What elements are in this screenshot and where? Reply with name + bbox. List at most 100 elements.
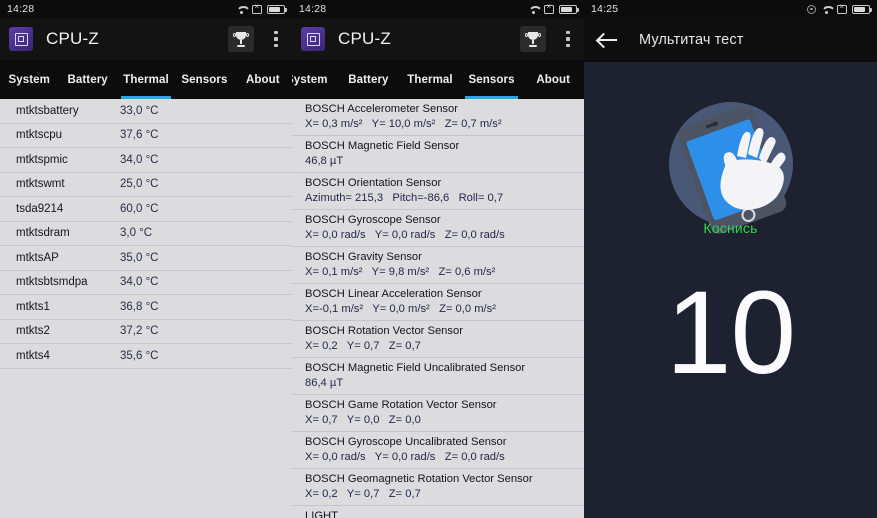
thermal-zone-name: mtktsdram xyxy=(16,227,70,240)
list-item[interactable]: BOSCH Gyroscope Sensor X= 0,0 rad/s Y= 0,… xyxy=(292,210,584,247)
tab-thermal[interactable]: Thermal xyxy=(399,60,461,99)
list-item[interactable]: BOSCH Linear Acceleration Sensor X=-0,1 m… xyxy=(292,284,584,321)
tab-label: Sensors xyxy=(181,73,228,86)
tab-system[interactable]: System xyxy=(0,60,58,99)
table-row[interactable]: mtktsbattery 33,0 °C xyxy=(0,99,292,124)
app-title: CPU-Z xyxy=(338,29,391,48)
tab-about[interactable]: About xyxy=(522,60,584,99)
screenshot-root: 14:28 CPU-Z System Battery Thermal Senso… xyxy=(0,0,877,518)
tab-battery[interactable]: Battery xyxy=(338,60,400,99)
app-bar: CPU-Z xyxy=(292,18,584,60)
sensor-value: 46,8 µT xyxy=(305,155,344,167)
touch-hint-label: Коснись xyxy=(703,220,758,236)
tab-sensors[interactable]: Sensors xyxy=(461,60,523,99)
list-item[interactable]: BOSCH Orientation Sensor Azimuth= 215,3 P… xyxy=(292,173,584,210)
tab-label: About xyxy=(536,73,571,86)
sensor-name: BOSCH Gravity Sensor xyxy=(305,251,422,263)
tab-thermal[interactable]: Thermal xyxy=(117,60,175,99)
status-bar: 14:28 xyxy=(0,0,292,18)
list-item[interactable]: LIGHT19,0 lux xyxy=(292,506,584,518)
sensor-value: X= 0,2 Y= 0,7 Z= 0,7 xyxy=(305,488,421,500)
tab-label: About xyxy=(245,73,280,86)
table-row[interactable]: mtktsAP 35,0 °C xyxy=(0,246,292,271)
list-item[interactable]: BOSCH Rotation Vector Sensor X= 0,2 Y= 0,… xyxy=(292,321,584,358)
tab-system[interactable]: System xyxy=(292,60,338,99)
list-item[interactable]: BOSCH Accelerometer Sensor X= 0,3 m/s² Y=… xyxy=(292,99,584,136)
trophy-icon[interactable] xyxy=(228,26,254,52)
status-bar: 14:25 xyxy=(584,0,877,18)
battery-icon xyxy=(559,4,579,14)
thermal-zone-name: mtktspmic xyxy=(16,153,68,166)
thermal-zone-value: 37,6 °C xyxy=(120,129,159,142)
table-row[interactable]: mtktsdram 3,0 °C xyxy=(0,221,292,246)
list-item[interactable]: BOSCH Magnetic Field Sensor 46,8 µT xyxy=(292,136,584,173)
tab-label: Thermal xyxy=(123,73,169,86)
table-row[interactable]: mtktswmt 25,0 °C xyxy=(0,172,292,197)
table-row[interactable]: mtkts1 36,8 °C xyxy=(0,295,292,320)
kebab-menu-icon[interactable] xyxy=(268,29,284,49)
wifi-icon xyxy=(821,5,832,14)
sensor-name: BOSCH Magnetic Field Sensor xyxy=(305,140,460,152)
thermal-zone-name: mtktsbtsmdpa xyxy=(16,276,88,289)
sensor-value: X= 0,0 rad/s Y= 0,0 rad/s Z= 0,0 rad/s xyxy=(305,229,505,241)
sensor-readings-list[interactable]: BOSCH Accelerometer Sensor X= 0,3 m/s² Y=… xyxy=(292,99,584,518)
table-row[interactable]: mtkts4 35,6 °C xyxy=(0,344,292,369)
circle-icon xyxy=(807,4,816,14)
sensor-name: BOSCH Gyroscope Uncalibrated Sensor xyxy=(305,436,507,448)
sensor-name: BOSCH Magnetic Field Uncalibrated Sensor xyxy=(305,362,526,374)
sensor-name: BOSCH Game Rotation Vector Sensor xyxy=(305,399,497,411)
tab-battery[interactable]: Battery xyxy=(58,60,116,99)
thermal-zone-value: 60,0 °C xyxy=(120,202,159,215)
sensor-name: BOSCH Gyroscope Sensor xyxy=(305,214,441,226)
phone-panel-cpuz-thermal: 14:28 CPU-Z System Battery Thermal Senso… xyxy=(0,0,292,518)
table-row[interactable]: mtktscpu 37,6 °C xyxy=(0,123,292,148)
status-bar: 14:28 xyxy=(292,0,584,18)
app-title: CPU-Z xyxy=(46,29,99,48)
thermal-zone-value: 3,0 °C xyxy=(120,227,153,240)
thermal-zone-name: mtktsAP xyxy=(16,251,59,264)
tab-label: Thermal xyxy=(407,73,453,86)
battery-icon xyxy=(267,4,287,14)
status-clock: 14:28 xyxy=(299,3,327,15)
thermal-zone-name: mtktswmt xyxy=(16,178,65,191)
back-arrow-icon[interactable] xyxy=(598,32,618,48)
sensor-name: BOSCH Orientation Sensor xyxy=(305,177,442,189)
trophy-icon[interactable] xyxy=(520,26,546,52)
thermal-sensor-list[interactable]: mtktsbattery 33,0 °C mtktscpu 37,6 °C mtktsp… xyxy=(0,99,292,518)
touch-counter: 10 xyxy=(665,267,796,399)
table-row[interactable]: tsda9214 60,0 °C xyxy=(0,197,292,222)
wifi-icon xyxy=(528,5,539,14)
tab-about[interactable]: About xyxy=(234,60,292,99)
thermal-zone-value: 35,0 °C xyxy=(120,251,159,264)
list-item[interactable]: BOSCH Game Rotation Vector Sensor X= 0,7 … xyxy=(292,395,584,432)
kebab-menu-icon[interactable] xyxy=(560,29,576,49)
list-item[interactable]: BOSCH Gyroscope Uncalibrated Sensor X= 0,… xyxy=(292,432,584,469)
thermal-zone-name: mtkts1 xyxy=(16,300,50,313)
sensor-value: X= 0,0 rad/s Y= 0,0 rad/s Z= 0,0 rad/s xyxy=(305,451,505,463)
table-row[interactable]: mtktspmic 34,0 °C xyxy=(0,148,292,173)
list-item[interactable]: BOSCH Magnetic Field Uncalibrated Sensor… xyxy=(292,358,584,395)
sensor-value: 86,4 µT xyxy=(305,377,344,389)
thermal-zone-name: mtktsbattery xyxy=(16,104,79,117)
thermal-zone-value: 34,0 °C xyxy=(120,276,159,289)
tab-label: System xyxy=(8,73,50,86)
tab-bar: System Battery Thermal Sensors About xyxy=(0,60,292,99)
app-bar: CPU-Z xyxy=(0,18,292,60)
list-item[interactable]: BOSCH Geomagnetic Rotation Vector Sensor… xyxy=(292,469,584,506)
tab-label: System xyxy=(292,73,328,86)
thermal-zone-value: 33,0 °C xyxy=(120,104,159,117)
tab-sensors[interactable]: Sensors xyxy=(175,60,233,99)
sensor-name: BOSCH Rotation Vector Sensor xyxy=(305,325,463,337)
table-row[interactable]: mtktsbtsmdpa 34,0 °C xyxy=(0,270,292,295)
multitouch-canvas[interactable]: Коснись 10 xyxy=(584,62,877,518)
cpu-chip-icon xyxy=(9,27,33,51)
sensor-value: Azimuth= 215,3 Pitch=-86,6 Roll= 0,7 xyxy=(305,192,504,204)
sensor-value: X= 0,1 m/s² Y= 9,8 m/s² Z= 0,6 m/s² xyxy=(305,266,496,278)
phone-panel-cpuz-sensors: 14:28 CPU-Z System Battery Thermal Senso… xyxy=(292,0,584,518)
thermal-zone-value: 37,2 °C xyxy=(120,325,159,338)
list-item[interactable]: BOSCH Gravity Sensor X= 0,1 m/s² Y= 9,8 m… xyxy=(292,247,584,284)
status-clock: 14:28 xyxy=(7,3,35,15)
battery-icon xyxy=(852,4,872,14)
table-row[interactable]: mtkts2 37,2 °C xyxy=(0,319,292,344)
status-clock: 14:25 xyxy=(591,3,619,15)
